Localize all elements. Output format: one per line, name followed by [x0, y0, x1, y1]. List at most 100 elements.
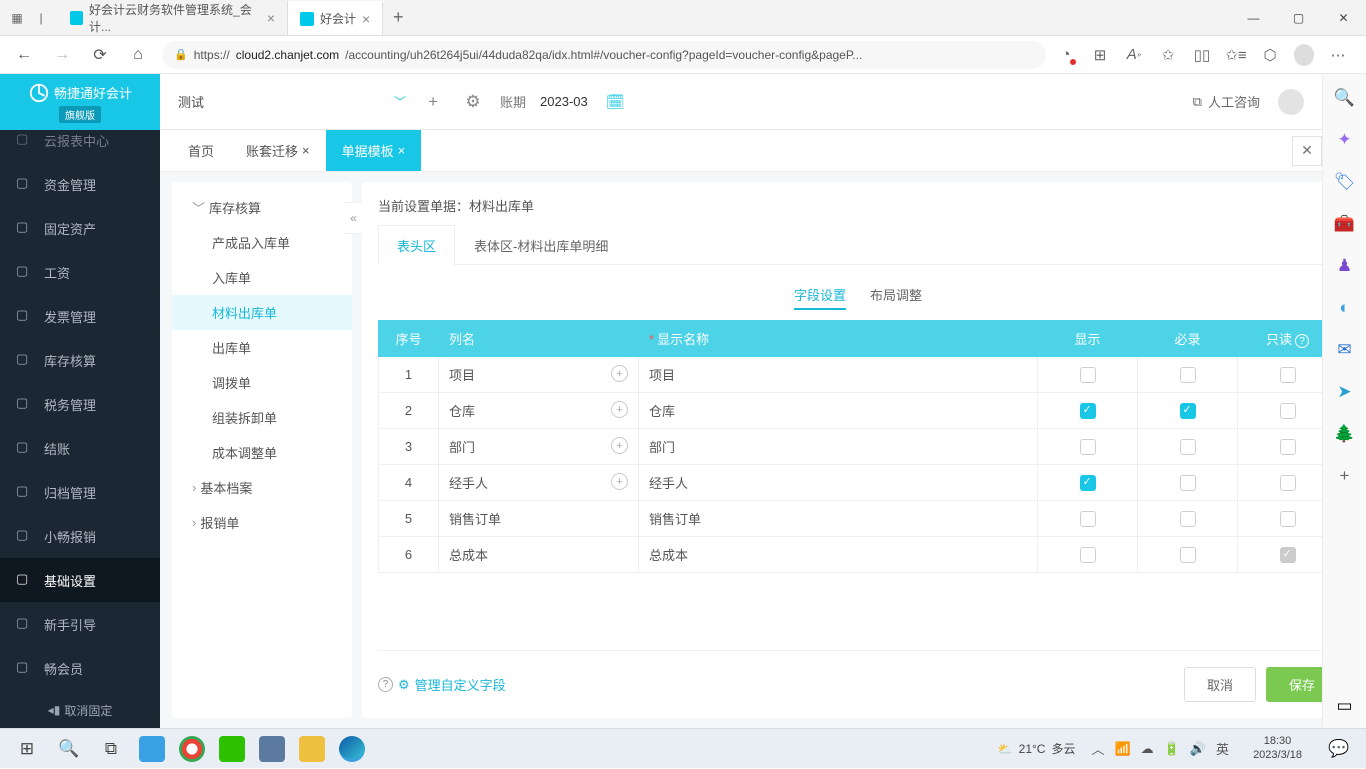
cancel-button[interactable]: 取消 — [1184, 667, 1256, 702]
cancel-pin-button[interactable]: ◂▮ 取消固定 — [0, 692, 160, 728]
battery-icon[interactable]: 🔋 — [1164, 741, 1180, 757]
sparkle-icon[interactable]: ✦ — [1335, 130, 1355, 150]
back-button[interactable]: ← — [10, 41, 38, 69]
clock[interactable]: 18:30 2023/3/18 — [1245, 735, 1310, 761]
checkbox[interactable] — [1080, 439, 1096, 455]
add-icon[interactable]: + — [611, 401, 628, 418]
org-selector[interactable]: 测试 ﹀ — [178, 92, 406, 111]
workspace-tab[interactable]: 首页 — [172, 130, 230, 171]
tree-item[interactable]: 组装拆卸单 — [172, 400, 352, 435]
area-tab[interactable]: 表体区-材料出库单明细 — [455, 225, 627, 265]
panel-toggle-icon[interactable]: ▭ — [1335, 696, 1355, 716]
add-icon[interactable]: + — [611, 437, 628, 454]
consult-button[interactable]: ⧉ 人工咨询 — [1193, 92, 1260, 111]
checkbox[interactable] — [1280, 511, 1296, 527]
cell-display[interactable]: 总成本 — [639, 537, 1038, 573]
checkbox[interactable] — [1180, 439, 1196, 455]
close-all-tabs-button[interactable]: ✕ — [1292, 136, 1322, 166]
sidebar-item[interactable]: ▢固定资产 — [0, 206, 160, 250]
tree-root[interactable]: ›报销单 — [172, 505, 352, 540]
workspace-tab[interactable]: 单据模板× — [326, 130, 422, 171]
close-icon[interactable]: × — [398, 143, 406, 158]
home-button[interactable]: ⌂ — [124, 41, 152, 69]
cloud-icon[interactable]: ☁ — [1141, 741, 1154, 757]
app-icon[interactable]: ⬡ — [1260, 45, 1280, 65]
tree-item[interactable]: 成本调整单 — [172, 435, 352, 470]
weather-widget[interactable]: ⛅ 21°C 多云 — [998, 740, 1076, 757]
collapse-tree-button[interactable]: « — [344, 202, 364, 234]
add-tool-icon[interactable]: + — [1335, 466, 1355, 486]
notifications-button[interactable]: 💬 — [1318, 729, 1360, 769]
taskbar-app[interactable] — [132, 729, 172, 769]
start-button[interactable]: ⊞ — [6, 729, 48, 769]
sidebar-item[interactable]: ▢小畅报销 — [0, 514, 160, 558]
forward-button[interactable]: → — [48, 41, 76, 69]
browser-tab-2[interactable]: 好会计 × — [288, 1, 383, 35]
cell-display[interactable]: 销售订单 — [639, 501, 1038, 537]
add-icon[interactable]: + — [611, 365, 628, 382]
sidebar-item[interactable]: ▢新手引导 — [0, 602, 160, 646]
text-size-icon[interactable]: A» — [1124, 45, 1144, 65]
checkbox[interactable] — [1180, 475, 1196, 491]
settings-icon[interactable]: ⚙ — [460, 89, 486, 115]
sidebar-item[interactable]: ▢归档管理 — [0, 470, 160, 514]
help-icon[interactable]: ? — [1295, 334, 1309, 348]
tree-icon[interactable]: 🌲 — [1335, 424, 1355, 444]
close-icon[interactable]: × — [362, 11, 370, 27]
search-button[interactable]: 🔍 — [48, 729, 90, 769]
checkbox[interactable] — [1080, 511, 1096, 527]
task-view-button[interactable]: ⧉ — [90, 729, 132, 769]
extensions-icon[interactable]: ⊞ — [1090, 45, 1110, 65]
tree-item[interactable]: 产成品入库单 — [172, 225, 352, 260]
cell-display[interactable]: 部门 — [639, 429, 1038, 465]
sidebar-item[interactable]: ▢库存核算 — [0, 338, 160, 382]
checkbox[interactable] — [1080, 403, 1096, 419]
checkbox[interactable] — [1280, 403, 1296, 419]
checkbox[interactable] — [1180, 403, 1196, 419]
chevron-up-icon[interactable]: ︿ — [1091, 739, 1104, 758]
taskbar-app-chrome[interactable] — [172, 729, 212, 769]
more-icon[interactable]: ⋯ — [1328, 45, 1348, 65]
notification-icon[interactable]: ◔ — [1056, 45, 1076, 65]
tree-item[interactable]: 出库单 — [172, 330, 352, 365]
checkbox[interactable] — [1280, 367, 1296, 383]
manage-custom-fields-link[interactable]: ? ⚙ 管理自定义字段 — [378, 675, 506, 694]
favorites-bar-icon[interactable]: ✩≡ — [1226, 45, 1246, 65]
edge-icon[interactable]: ◐ — [1335, 298, 1355, 318]
checkbox[interactable] — [1180, 511, 1196, 527]
sidebar-item[interactable]: ▢基础设置 — [0, 558, 160, 602]
taskbar-app[interactable] — [252, 729, 292, 769]
checkbox[interactable] — [1080, 547, 1096, 563]
address-bar[interactable]: 🔒 https://cloud2.chanjet.com/accounting/… — [162, 41, 1046, 69]
cell-display[interactable]: 项目 — [639, 357, 1038, 393]
tree-root[interactable]: ›基本档案 — [172, 470, 352, 505]
tree-item[interactable]: 调拨单 — [172, 365, 352, 400]
profile-icon[interactable] — [1294, 45, 1314, 65]
checkbox[interactable] — [1280, 439, 1296, 455]
sidebar-item[interactable]: ▢工资 — [0, 250, 160, 294]
taskbar-app-wechat[interactable] — [212, 729, 252, 769]
add-icon[interactable]: + — [611, 473, 628, 490]
new-tab-button[interactable]: + — [383, 7, 413, 28]
cell-display[interactable]: 仓库 — [639, 393, 1038, 429]
field-tab[interactable]: 布局调整 — [870, 281, 922, 310]
taskbar-app-explorer[interactable] — [292, 729, 332, 769]
checkbox[interactable] — [1280, 475, 1296, 491]
minimize-button[interactable]: — — [1231, 0, 1276, 36]
browser-tab-1[interactable]: 好会计云财务软件管理系统_会计... × — [58, 1, 288, 35]
checkbox[interactable] — [1080, 367, 1096, 383]
close-icon[interactable]: × — [267, 10, 275, 26]
area-tab[interactable]: 表头区 — [378, 225, 455, 265]
toolbox-icon[interactable]: 🧰 — [1335, 214, 1355, 234]
ime-indicator[interactable]: 英 — [1216, 739, 1229, 758]
sidebar-item[interactable]: ▢资金管理 — [0, 162, 160, 206]
field-tab[interactable]: 字段设置 — [794, 281, 846, 310]
sidebar-item[interactable]: ▢畅会员 — [0, 646, 160, 690]
avatar[interactable] — [1278, 89, 1304, 115]
sidebar-item[interactable]: ▢发票管理 — [0, 294, 160, 338]
search-icon[interactable]: 🔍 — [1335, 88, 1355, 108]
tab-actions-icon[interactable]: ▦ — [8, 9, 26, 27]
send-icon[interactable]: ➤ — [1335, 382, 1355, 402]
wifi-icon[interactable]: 📶 — [1114, 741, 1130, 757]
sidebar-item[interactable]: ▢结账 — [0, 426, 160, 470]
